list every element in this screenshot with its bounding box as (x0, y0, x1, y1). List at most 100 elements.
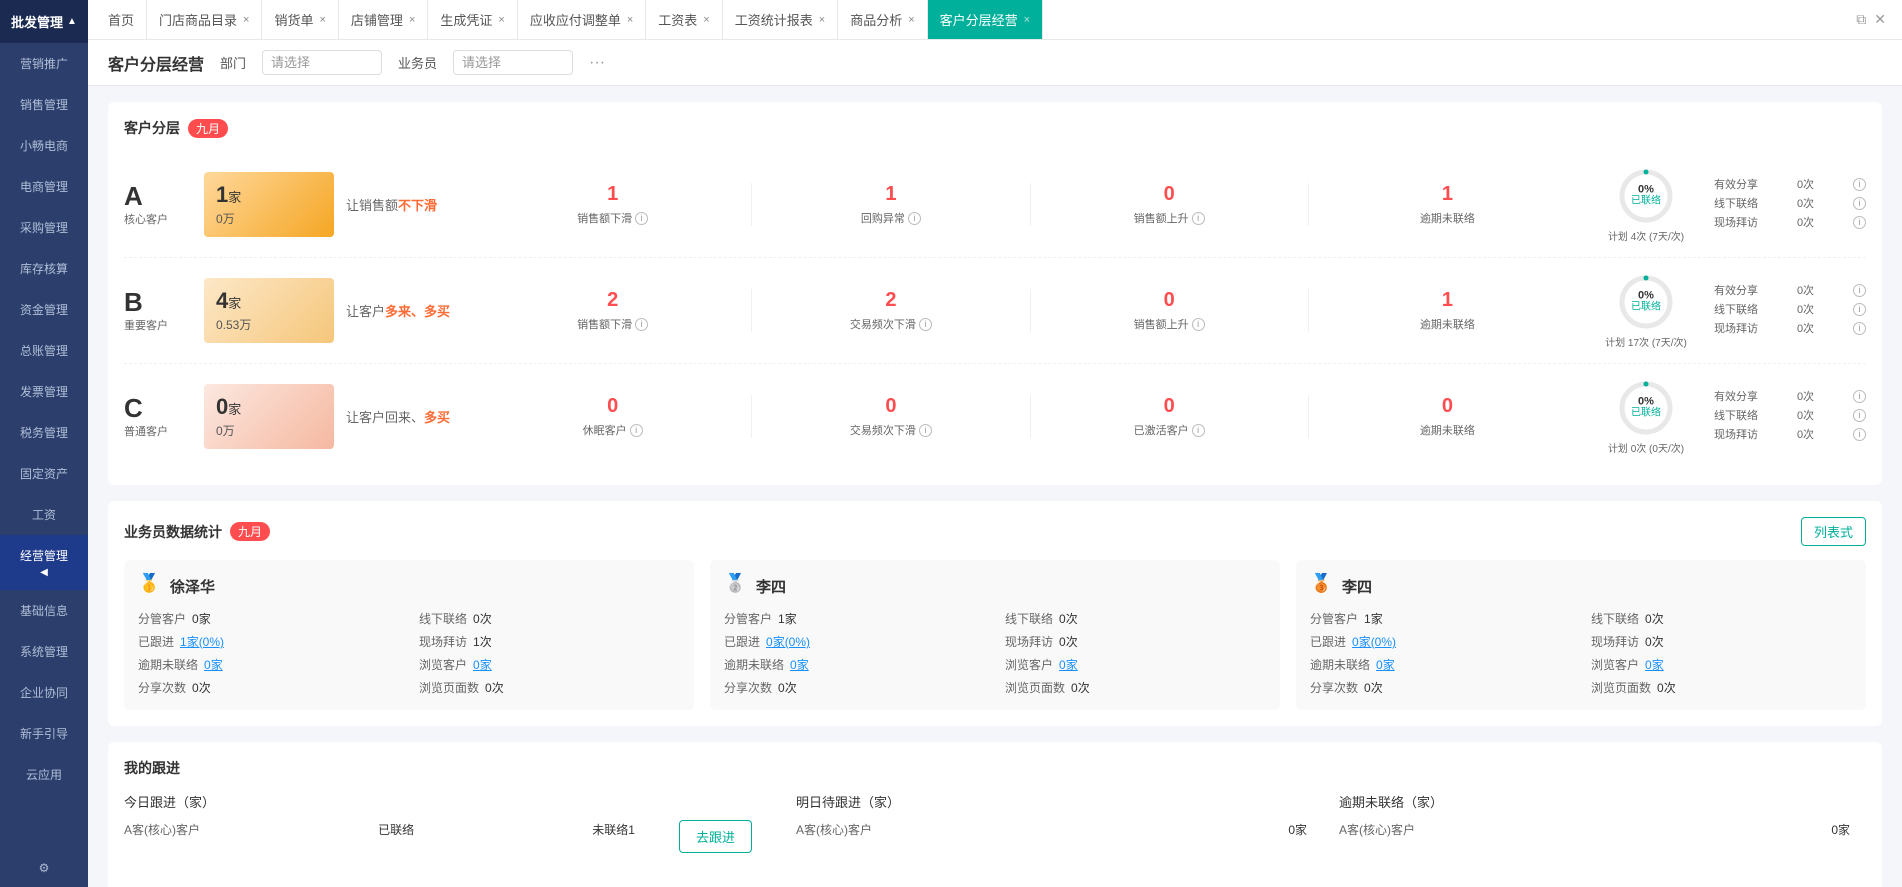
sidebar-item-zijin[interactable]: 资金管理 (0, 289, 88, 330)
tier-stat-c-1: 0 交易频次下滑 i (752, 395, 1030, 438)
tab-close-icon[interactable]: × (319, 14, 325, 26)
sidebar-item-gongzi[interactable]: 工资 (0, 494, 88, 535)
sidebar-header-label: 批发管理 (11, 12, 63, 31)
info-icon[interactable]: i (1853, 284, 1866, 297)
sidebar-item-qiye[interactable]: 企业协同 (0, 672, 88, 713)
staff-section-header: 业务员数据统计 九月 列表式 (124, 517, 1866, 546)
tab-store-manage[interactable]: 店铺管理 × (339, 0, 428, 40)
tab-customer-tier[interactable]: 客户分层经营 × (928, 0, 1043, 40)
follow-section-header: 我的跟进 (124, 758, 1866, 778)
tier-right-stat: 有效分享 0次 i (1714, 176, 1866, 192)
staff-stats-grid-2: 分管客户 1家 线下联络 0次 已跟进 0家(0%) 现场拜访 (1310, 610, 1852, 696)
tier-count-num-a: 1 (216, 182, 228, 207)
sidebar-toggle-icon[interactable]: ▲ (67, 16, 77, 27)
sidebar-item-yun[interactable]: 云应用 (0, 754, 88, 795)
more-filters-icon[interactable]: ··· (589, 54, 605, 72)
sidebar-item-jichu[interactable]: 基础信息 (0, 590, 88, 631)
staff-medal-0: 🥇 (138, 574, 162, 598)
tier-stats-a: 1 销售额下滑 i 1 回购异常 i 0 (474, 183, 1586, 226)
sidebar-item-label: 库存核算 (4, 260, 84, 277)
staff-select[interactable]: 请选择 (453, 50, 573, 75)
today-follow-col: 今日跟进（家） A客(核心)客户 已联络 未联络1 (124, 792, 651, 844)
my-follow-section: 我的跟进 今日跟进（家） A客(核心)客户 已联络 未联络1 去跟进 明日待跟进… (108, 742, 1882, 887)
tab-home[interactable]: 首页 (96, 0, 147, 40)
tab-close-icon[interactable]: × (819, 14, 825, 26)
tab-label: 应收应付调整单 (530, 10, 621, 29)
tab-close-icon[interactable]: × (627, 14, 633, 26)
info-icon[interactable]: i (1853, 216, 1866, 229)
info-icon[interactable]: i (635, 318, 648, 331)
tab-label: 店铺管理 (351, 10, 403, 29)
info-icon[interactable]: i (1853, 409, 1866, 422)
sidebar-item-xiaoshou[interactable]: 销售管理 (0, 84, 88, 125)
window-restore-icon[interactable]: ⧉ (1856, 11, 1866, 28)
info-icon[interactable]: i (1853, 322, 1866, 335)
info-icon[interactable]: i (1853, 428, 1866, 441)
tier-label-c: C 普通客户 (124, 395, 204, 439)
info-icon[interactable]: i (1192, 212, 1205, 225)
sidebar-item-yingxiao[interactable]: 营销推广 (0, 43, 88, 84)
info-icon[interactable]: i (635, 212, 648, 225)
tier-stat-label: 销售额下滑 i (482, 210, 743, 226)
tab-store-goods[interactable]: 门店商品目录 × (147, 0, 262, 40)
staff-card-0: 🥇 徐泽华 分管客户 0家 线下联络 0次 已跟进 (124, 560, 694, 710)
circle-container-a: 0% 已联络 (1616, 166, 1676, 226)
info-icon[interactable]: i (630, 424, 643, 437)
tab-goods-analysis[interactable]: 商品分析 × (838, 0, 927, 40)
sidebar-item-kucun[interactable]: 库存核算 (0, 248, 88, 289)
info-icon[interactable]: i (1853, 178, 1866, 191)
tab-close-icon[interactable]: × (498, 14, 504, 26)
tab-close-icon[interactable]: × (243, 14, 249, 26)
sidebar-item-caigou[interactable]: 采购管理 (0, 207, 88, 248)
tab-salary[interactable]: 工资表 × (646, 0, 722, 40)
tier-slogan-prefix-a: 让销售额 (346, 198, 398, 213)
sidebar-item-dianshang[interactable]: 电商管理 (0, 166, 88, 207)
tab-bar: 首页 门店商品目录 × 销货单 × 店铺管理 × 生成凭证 × 应收应付调整单 … (88, 0, 1902, 40)
info-icon[interactable]: i (908, 212, 921, 225)
sidebar-header[interactable]: 批发管理 ▲ (0, 0, 88, 43)
sidebar-item-fapiao[interactable]: 发票管理 (0, 371, 88, 412)
main-area: 首页 门店商品目录 × 销货单 × 店铺管理 × 生成凭证 × 应收应付调整单 … (88, 0, 1902, 887)
sidebar-item-xiaodian[interactable]: 小畅电商 (0, 125, 88, 166)
tab-voucher[interactable]: 生成凭证 × (428, 0, 517, 40)
list-view-button[interactable]: 列表式 (1801, 517, 1866, 546)
info-icon[interactable]: i (1192, 424, 1205, 437)
tab-salary-report[interactable]: 工资统计报表 × (723, 0, 838, 40)
tier-stat-a-1: 1 回购异常 i (752, 183, 1030, 226)
info-icon[interactable]: i (1853, 303, 1866, 316)
tier-count-block-a: 1家 0万 (204, 172, 334, 237)
tier-right-stats-b: 有效分享 0次 i 线下联络 0次 i 现场拜访 0次 i (1706, 282, 1866, 339)
sidebar-item-xinshou[interactable]: 新手引导 (0, 713, 88, 754)
window-close-icon[interactable]: ✕ (1874, 11, 1886, 28)
goto-follow-button[interactable]: 去跟进 (679, 820, 752, 853)
staff-overdue-link[interactable]: 0家 (204, 656, 223, 673)
staff-stat-row: 分享次数 0次 (138, 679, 399, 696)
info-icon[interactable]: i (919, 424, 932, 437)
sidebar-settings[interactable]: ⚙ (0, 849, 88, 887)
dept-select[interactable]: 请选择 (262, 50, 382, 75)
sidebar-item-xitong[interactable]: 系统管理 (0, 631, 88, 672)
tab-sale-order[interactable]: 销货单 × (262, 0, 338, 40)
tab-close-icon[interactable]: × (1024, 14, 1030, 26)
tier-stat-c-3: 0 逾期未联络 (1309, 395, 1586, 438)
tier-right-stat: 线下联络 0次 i (1714, 195, 1866, 211)
sidebar-item-label: 经营管理 (4, 547, 84, 564)
sidebar-item-gudingzichan[interactable]: 固定资产 (0, 453, 88, 494)
tier-slogan-b: 让客户多来、多买 (334, 301, 474, 320)
info-icon[interactable]: i (1853, 197, 1866, 210)
sidebar-item-label: 营销推广 (4, 55, 84, 72)
circle-label-a: 已联络 (1631, 196, 1661, 208)
tab-close-icon[interactable]: × (703, 14, 709, 26)
sidebar-item-jingying[interactable]: 经营管理 ◀ (0, 535, 88, 590)
tab-close-icon[interactable]: × (409, 14, 415, 26)
staff-followed-link[interactable]: 1家(0%) (180, 633, 224, 650)
sidebar-item-zongzhang[interactable]: 总账管理 (0, 330, 88, 371)
info-icon[interactable]: i (1853, 390, 1866, 403)
info-icon[interactable]: i (919, 318, 932, 331)
tab-receivable[interactable]: 应收应付调整单 × (518, 0, 646, 40)
tier-label-b: B 重要客户 (124, 289, 204, 333)
tab-close-icon[interactable]: × (908, 14, 914, 26)
tomorrow-follow-col: 明日待跟进（家） A客(核心)客户 0家 (780, 792, 1323, 844)
sidebar-item-shuiwu[interactable]: 税务管理 (0, 412, 88, 453)
info-icon[interactable]: i (1192, 318, 1205, 331)
